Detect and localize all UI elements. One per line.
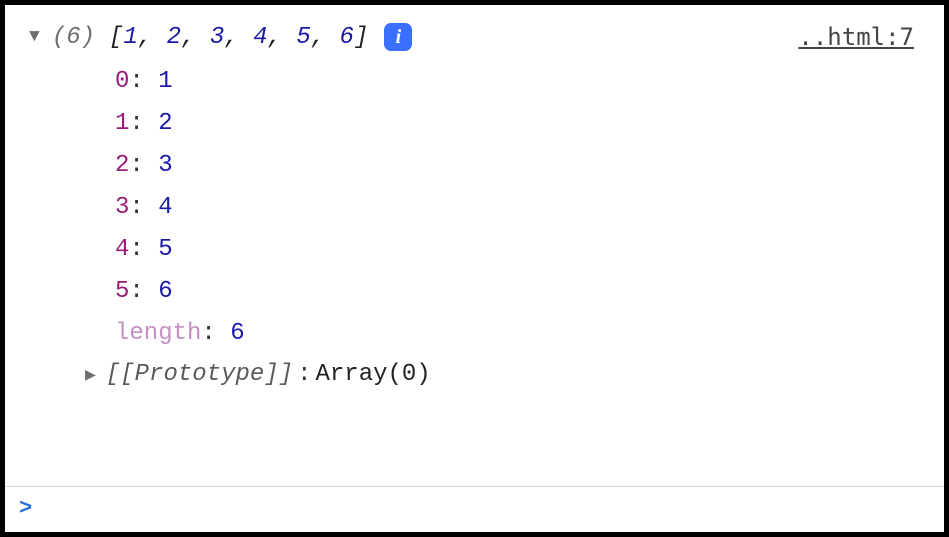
preview-value: 2 — [167, 24, 181, 51]
entry-value: 4 — [158, 194, 172, 221]
colon: : — [201, 320, 230, 347]
entry-index: 4 — [115, 236, 129, 263]
source-link[interactable]: ..html:7 — [798, 23, 914, 51]
colon: : — [129, 152, 158, 179]
entry-index: 5 — [115, 278, 129, 305]
entry-index: 2 — [115, 152, 129, 179]
entry-value: 6 — [158, 278, 172, 305]
close-bracket: ] — [354, 24, 368, 51]
console-input-row[interactable]: > — [5, 486, 944, 532]
length-property[interactable]: length: 6 — [115, 313, 920, 355]
separator: , — [181, 24, 210, 51]
colon: : — [129, 68, 158, 95]
array-entry[interactable]: 0: 1 — [115, 61, 920, 103]
colon: : — [129, 278, 158, 305]
preview-value: 5 — [296, 24, 310, 51]
separator: , — [311, 24, 340, 51]
prompt-chevron-icon: > — [19, 496, 32, 521]
colon: : — [129, 110, 158, 137]
entry-value: 2 — [158, 110, 172, 137]
array-length-paren: (6) — [52, 24, 95, 51]
prototype-label: [[Prototype]] — [106, 361, 293, 388]
array-summary[interactable]: (6) [1, 2, 3, 4, 5, 6] i — [29, 23, 412, 51]
preview-value: 1 — [123, 24, 137, 51]
preview-value: 6 — [340, 24, 354, 51]
array-entries: 0: 1 1: 2 2: 3 3: 4 4: 5 5: 6 length: 6 — [115, 61, 920, 355]
array-entry[interactable]: 2: 3 — [115, 145, 920, 187]
open-bracket: [ — [109, 24, 123, 51]
entry-value: 5 — [158, 236, 172, 263]
console-panel: (6) [1, 2, 3, 4, 5, 6] i ..html:7 0: 1 1… — [0, 0, 949, 537]
info-icon[interactable]: i — [384, 23, 412, 51]
array-entry[interactable]: 1: 2 — [115, 103, 920, 145]
disclosure-triangle-right-icon[interactable] — [85, 364, 96, 386]
separator: , — [138, 24, 167, 51]
array-entry[interactable]: 4: 5 — [115, 229, 920, 271]
array-preview: [1, 2, 3, 4, 5, 6] — [109, 24, 368, 51]
colon: : — [129, 194, 158, 221]
log-summary-row: (6) [1, 2, 3, 4, 5, 6] i ..html:7 — [29, 23, 920, 51]
colon: : — [129, 236, 158, 263]
separator: , — [268, 24, 297, 51]
prototype-value: Array(0) — [315, 361, 430, 388]
preview-value: 3 — [210, 24, 224, 51]
entry-value: 3 — [158, 152, 172, 179]
array-entry[interactable]: 3: 4 — [115, 187, 920, 229]
array-entry[interactable]: 5: 6 — [115, 271, 920, 313]
entry-index: 0 — [115, 68, 129, 95]
entry-value: 1 — [158, 68, 172, 95]
colon: : — [297, 361, 311, 388]
prototype-row[interactable]: [[Prototype]]: Array(0) — [85, 361, 920, 388]
length-value: 6 — [230, 320, 244, 347]
entry-index: 1 — [115, 110, 129, 137]
length-label: length — [115, 320, 201, 347]
disclosure-triangle-down-icon[interactable] — [29, 27, 40, 47]
entry-index: 3 — [115, 194, 129, 221]
separator: , — [224, 24, 253, 51]
preview-value: 4 — [253, 24, 267, 51]
